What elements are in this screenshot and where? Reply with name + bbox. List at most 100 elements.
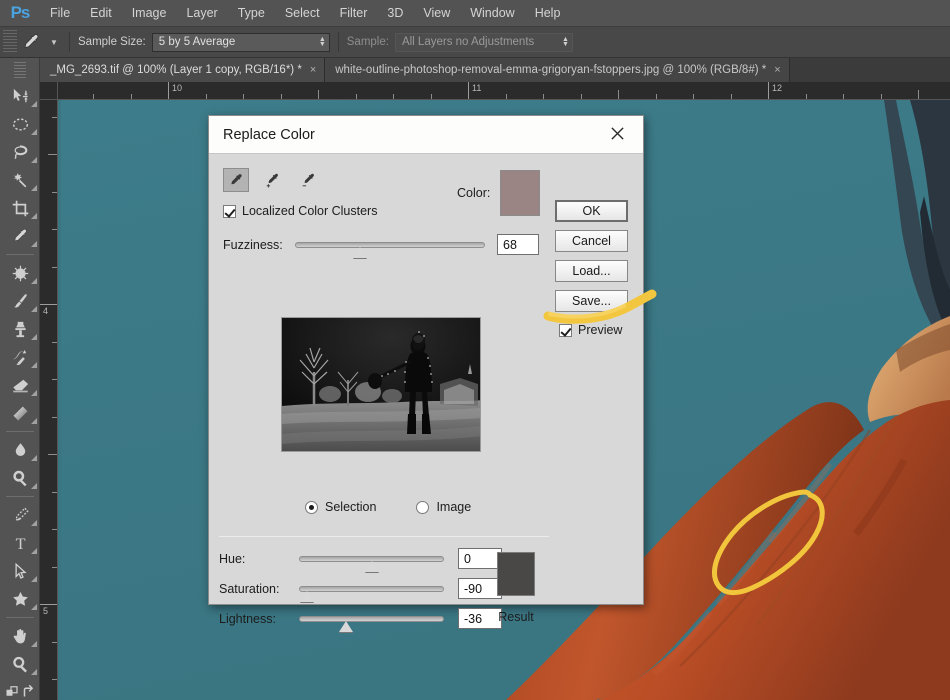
menu-item-file[interactable]: File — [40, 0, 80, 26]
fuzziness-slider[interactable] — [295, 241, 485, 258]
edit-in-standard-mode-icon — [6, 686, 18, 696]
eyedropper-plus-icon[interactable] — [259, 168, 285, 192]
load-button[interactable]: Load... — [555, 260, 628, 282]
menu-item-filter[interactable]: Filter — [330, 0, 378, 26]
menu-item-edit[interactable]: Edit — [80, 0, 122, 26]
adjustment-input[interactable]: -90 — [458, 578, 502, 599]
adjustment-input[interactable]: 0 — [458, 548, 502, 569]
fuzziness-value: 68 — [503, 237, 517, 252]
save-button[interactable]: Save... — [555, 290, 628, 312]
photoshop-window: Ps File Edit Image Layer Type Select Filter 3D V… — [0, 0, 950, 700]
document-tab-bar: _MG_2693.tif @ 100% (Layer 1 copy, RGB/1… — [40, 58, 950, 82]
checkbox-icon[interactable] — [223, 204, 236, 218]
adjustment-slider[interactable] — [299, 555, 444, 572]
ruler-label: 5 — [43, 606, 49, 616]
preview-label: Preview — [578, 323, 623, 337]
dialog-button-column: OK Cancel Load... Save... Preview — [555, 200, 628, 337]
mask-preview-image — [282, 318, 480, 451]
tool-zoom-tool[interactable] — [0, 650, 40, 678]
tool-magic-wand-tool[interactable] — [0, 166, 40, 194]
fuzziness-slider-thumb[interactable] — [352, 246, 367, 258]
ruler-major-tick — [768, 82, 769, 99]
adjustment-slider[interactable] — [299, 585, 444, 602]
selection-preview-thumbnail[interactable] — [281, 317, 481, 452]
adjustment-label: Saturation: — [219, 581, 280, 596]
eyedropper-icon[interactable] — [17, 28, 47, 56]
adjustment-slider[interactable] — [299, 615, 444, 632]
tool-eyedropper-tool[interactable] — [0, 222, 40, 250]
ruler-label: 12 — [772, 83, 783, 93]
document-tab-label: _MG_2693.tif @ 100% (Layer 1 copy, RGB/1… — [50, 64, 302, 76]
document-tab-1[interactable]: white-outline-photoshop-removal-emma-gri… — [325, 58, 790, 82]
tool-brush-tool[interactable] — [0, 287, 40, 315]
tools-panel-grip[interactable] — [13, 62, 26, 78]
cancel-button[interactable]: Cancel — [555, 230, 628, 252]
result-label: Result — [498, 610, 534, 624]
menu-item-type[interactable]: Type — [228, 0, 275, 26]
tool-crop-tool[interactable] — [0, 194, 40, 222]
ok-button[interactable]: OK — [555, 200, 628, 222]
color-group: Color: — [457, 170, 541, 216]
adjustment-slider-thumb[interactable] — [300, 590, 315, 602]
tool-history-brush-tool[interactable] — [0, 343, 40, 371]
vertical-ruler[interactable]: 45 — [40, 100, 58, 700]
tools-divider-4 — [5, 617, 34, 618]
ruler-corner — [40, 82, 58, 100]
result-swatch[interactable] — [497, 552, 535, 596]
options-bar-grip[interactable] — [3, 30, 17, 54]
checkbox-icon[interactable] — [559, 323, 572, 337]
tool-lasso-tool[interactable] — [0, 138, 40, 166]
close-icon[interactable] — [606, 122, 629, 148]
tool-custom-shape-tool[interactable] — [0, 585, 40, 613]
menu-item-help[interactable]: Help — [525, 0, 571, 26]
tool-eraser-tool[interactable] — [0, 371, 40, 399]
tab-close-icon[interactable]: × — [310, 64, 316, 76]
tool-path-selection-tool[interactable] — [0, 557, 40, 585]
eyedropper-icon[interactable] — [223, 168, 249, 192]
document-tab-0[interactable]: _MG_2693.tif @ 100% (Layer 1 copy, RGB/1… — [40, 58, 326, 82]
color-swatch[interactable] — [500, 170, 541, 216]
adjustment-slider-thumb[interactable] — [364, 560, 379, 572]
menu-item-image[interactable]: Image — [122, 0, 177, 26]
dialog-title-bar[interactable]: Replace Color — [209, 116, 643, 154]
tool-preset-chevron-icon[interactable]: ▼ — [47, 28, 61, 56]
menu-item-window[interactable]: Window — [460, 0, 524, 26]
radio-icon[interactable] — [416, 500, 430, 514]
sample-size-select[interactable]: 5 by 5 Average ▲ ▼ — [151, 32, 330, 52]
tool-pen-tool[interactable] — [0, 501, 40, 529]
adjustment-slider-thumb[interactable] — [338, 620, 353, 632]
adjustment-input[interactable]: -36 — [458, 608, 502, 629]
menu-item-layer[interactable]: Layer — [176, 0, 227, 26]
tool-elliptical-marquee-tool[interactable] — [0, 110, 40, 138]
sample-spinner-icon[interactable]: ▲ ▼ — [562, 36, 569, 48]
tool-clone-stamp-tool[interactable] — [0, 315, 40, 343]
preview-checkbox[interactable]: Preview — [559, 323, 628, 337]
swap-colors-icon — [23, 684, 34, 697]
ruler-minor-tick — [618, 90, 619, 99]
eyedropper-minus-icon[interactable] — [295, 168, 321, 192]
ruler-minor-tick — [318, 90, 319, 99]
horizontal-ruler[interactable]: 10 11 12 — [58, 82, 950, 100]
sample-size-spinner-icon[interactable]: ▲ ▼ — [319, 36, 326, 48]
menu-item-view[interactable]: View — [413, 0, 460, 26]
tool-move-tool[interactable] — [0, 82, 40, 110]
sample-size-value: 5 by 5 Average — [158, 36, 236, 48]
ruler-label: 11 — [472, 83, 482, 93]
fuzziness-input[interactable]: 68 — [497, 234, 539, 255]
options-divider-1 — [69, 32, 70, 52]
tab-close-icon[interactable]: × — [774, 64, 780, 76]
tool-gradient-tool[interactable] — [0, 399, 40, 427]
eyedropper-group — [223, 168, 629, 192]
menu-item-3d[interactable]: 3D — [377, 0, 413, 26]
menu-item-select[interactable]: Select — [275, 0, 330, 26]
sample-select[interactable]: All Layers no Adjustments ▲ ▼ — [394, 32, 573, 52]
ruler-minor-tick — [918, 90, 919, 99]
selection-radio[interactable]: Selection — [305, 500, 376, 514]
tool-spot-healing-brush-tool[interactable] — [0, 259, 40, 287]
tool-blur-tool[interactable] — [0, 436, 40, 464]
tool-horizontal-type-tool[interactable]: T — [0, 529, 40, 557]
image-radio[interactable]: Image — [416, 500, 471, 514]
radio-icon[interactable] — [305, 500, 318, 514]
tool-dodge-tool[interactable] — [0, 464, 40, 492]
tool-hand-tool[interactable] — [0, 622, 40, 650]
